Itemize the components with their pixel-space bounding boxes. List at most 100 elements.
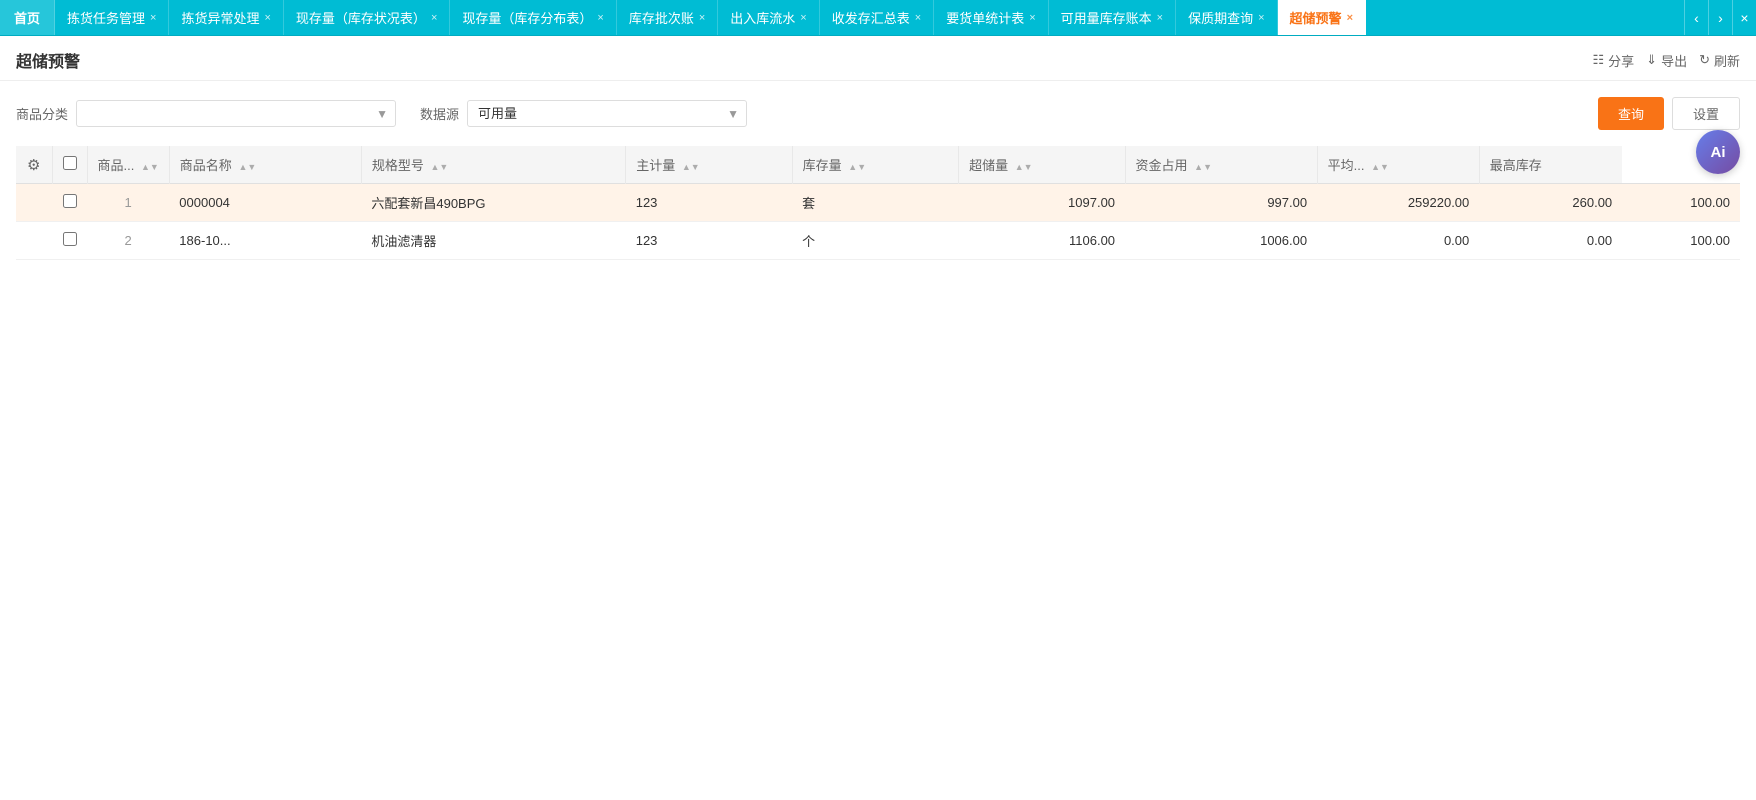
- tab-7-close[interactable]: ×: [915, 12, 921, 24]
- row-checkbox[interactable]: [63, 232, 77, 246]
- column-settings-icon[interactable]: ⚙: [27, 157, 40, 174]
- tab-2-close[interactable]: ×: [264, 12, 270, 24]
- header-actions: ☷ 分享 ⇓ 导出 ↻ 刷新: [1592, 51, 1740, 70]
- row-checkbox[interactable]: [63, 194, 77, 208]
- row-checkbox-cell: [52, 184, 87, 222]
- tab-1[interactable]: 拣货任务管理 ×: [55, 0, 169, 36]
- table-row: 2 186-10... 机油滤清器 123 个 1106.00 1006.00 …: [16, 222, 1740, 260]
- row-settings-cell: [16, 184, 52, 222]
- sort-spec-icon: ▲▼: [431, 162, 449, 172]
- tab-7[interactable]: 收发存汇总表 ×: [820, 0, 934, 36]
- filter-buttons: 查询 设置: [1598, 97, 1740, 130]
- filter-area: 商品分类 ▼ 数据源 可用量 ▼ 查询 设置: [0, 81, 1756, 138]
- nav-arrow-right[interactable]: ›: [1708, 0, 1732, 36]
- datasource-select-wrapper: 可用量 ▼: [467, 100, 747, 127]
- table-body: 1 0000004 六配套新昌490BPG 123 套 1097.00 997.…: [16, 184, 1740, 260]
- tab-10[interactable]: 保质期查询 ×: [1176, 0, 1277, 36]
- col-avg[interactable]: 平均... ▲▼: [1317, 146, 1479, 184]
- row-name: 机油滤清器: [361, 222, 625, 260]
- col-max[interactable]: 最高库存: [1479, 146, 1622, 184]
- sort-over-icon: ▲▼: [1015, 162, 1033, 172]
- tab-9-close[interactable]: ×: [1157, 12, 1163, 24]
- col-spec[interactable]: 规格型号 ▲▼: [361, 146, 625, 184]
- sort-avg-icon: ▲▼: [1371, 162, 1389, 172]
- row-name: 六配套新昌490BPG: [361, 184, 625, 222]
- query-button[interactable]: 查询: [1598, 97, 1664, 130]
- page-container: 超储预警 ☷ 分享 ⇓ 导出 ↻ 刷新 商品分类 ▼: [0, 36, 1756, 800]
- table-row: 1 0000004 六配套新昌490BPG 123 套 1097.00 997.…: [16, 184, 1740, 222]
- nav-arrows: ‹ › ×: [1684, 0, 1756, 36]
- col-stock[interactable]: 库存量 ▲▼: [792, 146, 958, 184]
- row-over: 1006.00: [1125, 222, 1317, 260]
- tab-2[interactable]: 拣货异常处理 ×: [169, 0, 283, 36]
- tab-3-close[interactable]: ×: [431, 12, 437, 24]
- row-spec: 123: [626, 222, 792, 260]
- row-max: 100.00: [1622, 222, 1740, 260]
- tab-9[interactable]: 可用量库存账本 ×: [1049, 0, 1176, 36]
- row-index: 1: [87, 184, 169, 222]
- category-filter-group: 商品分类 ▼: [16, 100, 396, 127]
- sort-name-icon: ▲▼: [238, 162, 256, 172]
- table-container: ⚙ 商品... ▲▼ 商品名称 ▲▼ 规格型号 ▲▼: [0, 138, 1756, 268]
- settings-button[interactable]: 设置: [1672, 97, 1740, 130]
- tab-1-close[interactable]: ×: [150, 12, 156, 24]
- row-unit: 套: [792, 184, 958, 222]
- table-header-row: ⚙ 商品... ▲▼ 商品名称 ▲▼ 规格型号 ▲▼: [16, 146, 1740, 184]
- row-spec: 123: [626, 184, 792, 222]
- row-settings-cell: [16, 222, 52, 260]
- nav-arrow-close[interactable]: ×: [1732, 0, 1756, 36]
- col-unit[interactable]: 主计量 ▲▼: [626, 146, 792, 184]
- tab-5[interactable]: 库存批次账 ×: [617, 0, 718, 36]
- sort-unit-icon: ▲▼: [682, 162, 700, 172]
- col-settings: ⚙: [16, 146, 52, 184]
- datasource-label: 数据源: [420, 104, 459, 123]
- row-code: 186-10...: [169, 222, 361, 260]
- col-checkbox-all: [52, 146, 87, 184]
- page-header: 超储预警 ☷ 分享 ⇓ 导出 ↻ 刷新: [0, 36, 1756, 81]
- row-capital: 259220.00: [1317, 184, 1479, 222]
- tab-6[interactable]: 出入库流水 ×: [718, 0, 819, 36]
- data-table: ⚙ 商品... ▲▼ 商品名称 ▲▼ 规格型号 ▲▼: [16, 146, 1740, 260]
- sort-capital-icon: ▲▼: [1194, 162, 1212, 172]
- datasource-filter-group: 数据源 可用量 ▼: [420, 100, 747, 127]
- row-max: 100.00: [1622, 184, 1740, 222]
- row-over: 997.00: [1125, 184, 1317, 222]
- tab-8-close[interactable]: ×: [1029, 12, 1035, 24]
- export-icon: ⇓: [1646, 52, 1657, 68]
- page-title: 超储预警: [16, 48, 80, 72]
- row-stock: 1106.00: [959, 222, 1125, 260]
- col-capital[interactable]: 资金占用 ▲▼: [1125, 146, 1317, 184]
- refresh-button[interactable]: ↻ 刷新: [1699, 51, 1740, 70]
- tab-4[interactable]: 现存量（库存分布表） ×: [450, 0, 616, 36]
- category-label: 商品分类: [16, 104, 68, 123]
- nav-arrow-left[interactable]: ‹: [1684, 0, 1708, 36]
- category-select[interactable]: [76, 100, 396, 127]
- row-unit: 个: [792, 222, 958, 260]
- refresh-icon: ↻: [1699, 52, 1710, 68]
- datasource-select[interactable]: 可用量: [467, 100, 747, 127]
- export-button[interactable]: ⇓ 导出: [1646, 51, 1687, 70]
- tab-3[interactable]: 现存量（库存状况表） ×: [284, 0, 450, 36]
- tab-6-close[interactable]: ×: [800, 12, 806, 24]
- row-index: 2: [87, 222, 169, 260]
- col-code[interactable]: 商品... ▲▼: [87, 146, 169, 184]
- select-all-checkbox[interactable]: [63, 156, 77, 170]
- col-over[interactable]: 超储量 ▲▼: [959, 146, 1125, 184]
- tab-4-close[interactable]: ×: [597, 12, 603, 24]
- row-checkbox-cell: [52, 222, 87, 260]
- nav-home[interactable]: 首页: [0, 0, 55, 36]
- col-name[interactable]: 商品名称 ▲▼: [169, 146, 361, 184]
- ai-badge[interactable]: Ai: [1696, 130, 1740, 174]
- tab-5-close[interactable]: ×: [699, 12, 705, 24]
- row-avg: 0.00: [1479, 222, 1622, 260]
- share-icon: ☷: [1592, 52, 1604, 68]
- tab-11-close[interactable]: ×: [1347, 12, 1353, 24]
- row-code: 0000004: [169, 184, 361, 222]
- top-nav: 首页 拣货任务管理 × 拣货异常处理 × 现存量（库存状况表） × 现存量（库存…: [0, 0, 1756, 36]
- tab-8[interactable]: 要货单统计表 ×: [934, 0, 1048, 36]
- sort-code-icon: ▲▼: [141, 162, 159, 172]
- tab-11[interactable]: 超储预警 ×: [1278, 0, 1366, 36]
- tab-10-close[interactable]: ×: [1258, 12, 1264, 24]
- category-select-wrapper: ▼: [76, 100, 396, 127]
- share-button[interactable]: ☷ 分享: [1592, 51, 1634, 70]
